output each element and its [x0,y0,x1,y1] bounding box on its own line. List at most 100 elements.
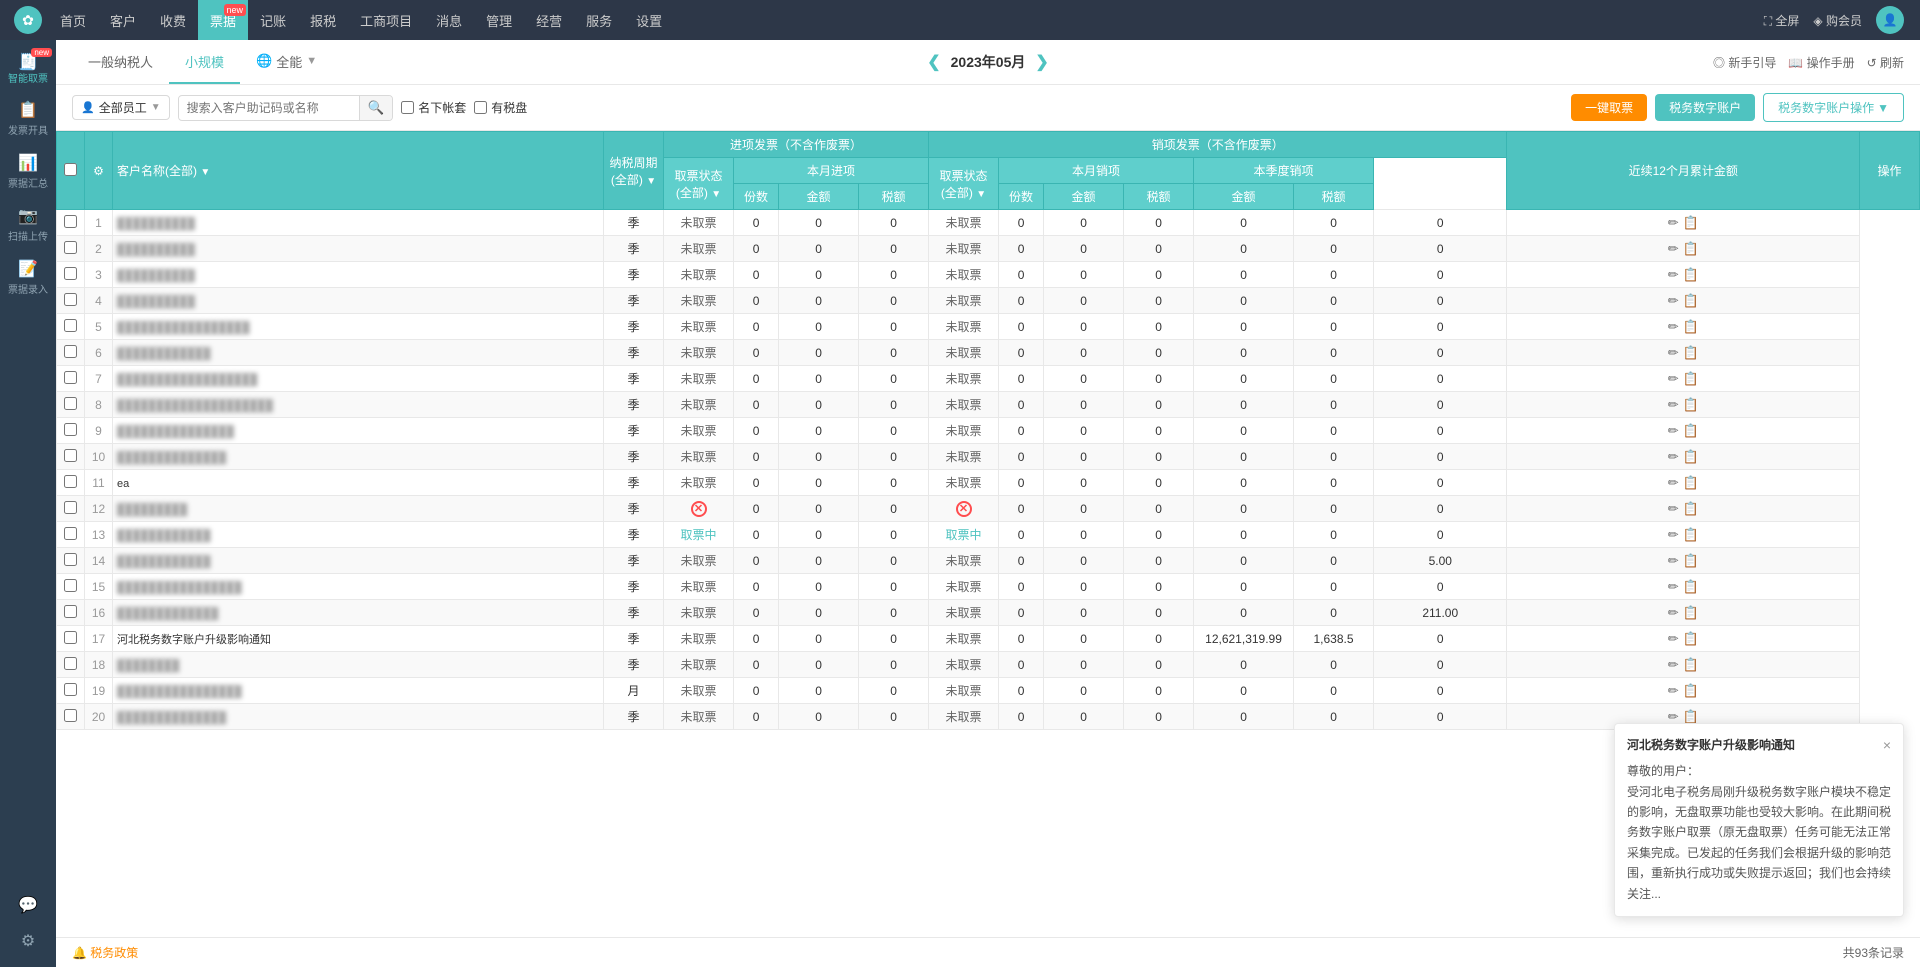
nav-service[interactable]: 服务 [574,0,624,40]
select-all-checkbox[interactable] [64,163,77,176]
copy-icon[interactable]: 📋 [1683,241,1699,257]
row-ret-amount: 0 [1194,340,1294,366]
edit-icon[interactable]: ✏ [1668,657,1679,673]
col-client-name[interactable]: 客户名称(全部) ▼ [113,132,604,210]
search-input[interactable] [179,97,359,119]
row-out-tax: 0 [1124,678,1194,704]
next-month-btn[interactable]: ❯ [1035,52,1048,72]
col-cycle[interactable]: 纳税周期(全部) ▼ [604,132,664,210]
edit-icon[interactable]: ✏ [1668,345,1679,361]
copy-icon[interactable]: 📋 [1683,371,1699,387]
edit-icon[interactable]: ✏ [1668,475,1679,491]
row-out-tax: 0 [1124,626,1194,652]
col-income-status[interactable]: 取票状态(全部) ▼ [664,158,734,210]
member-btn[interactable]: ◈ 购会员 [1813,12,1862,29]
sidebar-item-chat[interactable]: 💬 [0,887,56,923]
row-in-tax: 0 [859,418,929,444]
copy-icon[interactable]: 📋 [1683,527,1699,543]
employee-select[interactable]: 👤 全部员工 ▼ [72,95,170,120]
copy-icon[interactable]: 📋 [1683,423,1699,439]
new-guide-btn[interactable]: ◎ 新手引导 [1713,54,1776,71]
nav-message[interactable]: 消息 [424,0,474,40]
row-check [57,340,85,366]
row-client-name: ██████████ [113,288,604,314]
edit-icon[interactable]: ✏ [1668,215,1679,231]
copy-icon[interactable]: 📋 [1683,319,1699,335]
copy-icon[interactable]: 📋 [1683,657,1699,673]
avatar[interactable]: 👤 [1876,6,1904,34]
copy-icon[interactable]: 📋 [1683,345,1699,361]
row-in-status: 未取票 [664,548,734,574]
row-action: ✏ 📋 [1507,496,1860,522]
edit-icon[interactable]: ✏ [1668,501,1679,517]
copy-icon[interactable]: 📋 [1683,631,1699,647]
nav-customer[interactable]: 客户 [98,0,148,40]
copy-icon[interactable]: 📋 [1683,449,1699,465]
sidebar-item-invoice-open[interactable]: 📋 发票开具 [0,92,56,145]
has-tax-disk-checkbox[interactable]: 有税盘 [474,99,527,116]
copy-icon[interactable]: 📋 [1683,293,1699,309]
edit-icon[interactable]: ✏ [1668,449,1679,465]
col-sales-status[interactable]: 取票状态(全部) ▼ [929,158,999,210]
copy-icon[interactable]: 📋 [1683,579,1699,595]
manual-btn[interactable]: 📖 操作手册 [1788,54,1854,71]
tab-small-scale[interactable]: 小规模 [169,40,240,84]
sidebar-item-ticket-entry[interactable]: 📝 票据录入 [0,251,56,304]
edit-icon[interactable]: ✏ [1668,709,1679,725]
nav-home[interactable]: 首页 [48,0,98,40]
edit-icon[interactable]: ✏ [1668,241,1679,257]
name-under-account-checkbox[interactable]: 名下帐套 [401,99,466,116]
edit-icon[interactable]: ✏ [1668,527,1679,543]
edit-icon[interactable]: ✏ [1668,605,1679,621]
edit-icon[interactable]: ✏ [1668,553,1679,569]
edit-icon[interactable]: ✏ [1668,397,1679,413]
copy-icon[interactable]: 📋 [1683,475,1699,491]
digital-account-ops-btn[interactable]: 税务数字账户操作 ▼ [1763,93,1904,122]
tax-policy-link[interactable]: 🔔 税务政策 [72,944,138,961]
prev-month-btn[interactable]: ❮ [927,52,940,72]
copy-icon[interactable]: 📋 [1683,501,1699,517]
nav-accounting[interactable]: 记账 [248,0,298,40]
copy-icon[interactable]: 📋 [1683,605,1699,621]
nav-commerce[interactable]: 工商项目 [348,0,424,40]
row-ret-tax: 0 [1294,652,1374,678]
row-num: 11 [85,470,113,496]
nav-operation[interactable]: 经营 [524,0,574,40]
edit-icon[interactable]: ✏ [1668,631,1679,647]
nav-settings[interactable]: 设置 [624,0,674,40]
digital-account-btn[interactable]: 税务数字账户 [1655,94,1755,121]
nav-fee[interactable]: 收费 [148,0,198,40]
row-in-tax: 0 [859,366,929,392]
notification-close-btn[interactable]: × [1883,737,1891,753]
logo[interactable]: ✿ [8,0,48,40]
tab-all-capable[interactable]: 🌐全能 ▼ [240,40,333,84]
edit-icon[interactable]: ✏ [1668,683,1679,699]
nav-manage[interactable]: 管理 [474,0,524,40]
fullscreen-btn[interactable]: ⛶ 全屏 [1764,12,1800,29]
edit-icon[interactable]: ✏ [1668,319,1679,335]
tab-general-taxpayer[interactable]: 一般纳税人 [72,40,169,84]
row-out-count: 0 [999,470,1044,496]
row-ret-amount: 0 [1194,574,1294,600]
sidebar-item-config[interactable]: ⚙ [0,923,56,967]
copy-icon[interactable]: 📋 [1683,397,1699,413]
copy-icon[interactable]: 📋 [1683,709,1699,725]
nav-ticket[interactable]: 票据new [198,0,248,40]
copy-icon[interactable]: 📋 [1683,553,1699,569]
refresh-btn[interactable]: ↺ 刷新 [1867,54,1904,71]
copy-icon[interactable]: 📋 [1683,215,1699,231]
row-cycle: 季 [604,496,664,522]
sidebar-item-smart-ticket[interactable]: 🧾 智能取票 new [0,46,56,92]
copy-icon[interactable]: 📋 [1683,683,1699,699]
edit-icon[interactable]: ✏ [1668,579,1679,595]
edit-icon[interactable]: ✏ [1668,293,1679,309]
edit-icon[interactable]: ✏ [1668,267,1679,283]
search-button[interactable]: 🔍 [359,96,393,120]
edit-icon[interactable]: ✏ [1668,423,1679,439]
edit-icon[interactable]: ✏ [1668,371,1679,387]
copy-icon[interactable]: 📋 [1683,267,1699,283]
sidebar-item-ticket-summary[interactable]: 📊 票据汇总 [0,145,56,198]
one-key-fetch-btn[interactable]: 一键取票 [1571,94,1647,121]
nav-tax[interactable]: 报税 [298,0,348,40]
sidebar-item-scan-upload[interactable]: 📷 扫描上传 [0,198,56,251]
